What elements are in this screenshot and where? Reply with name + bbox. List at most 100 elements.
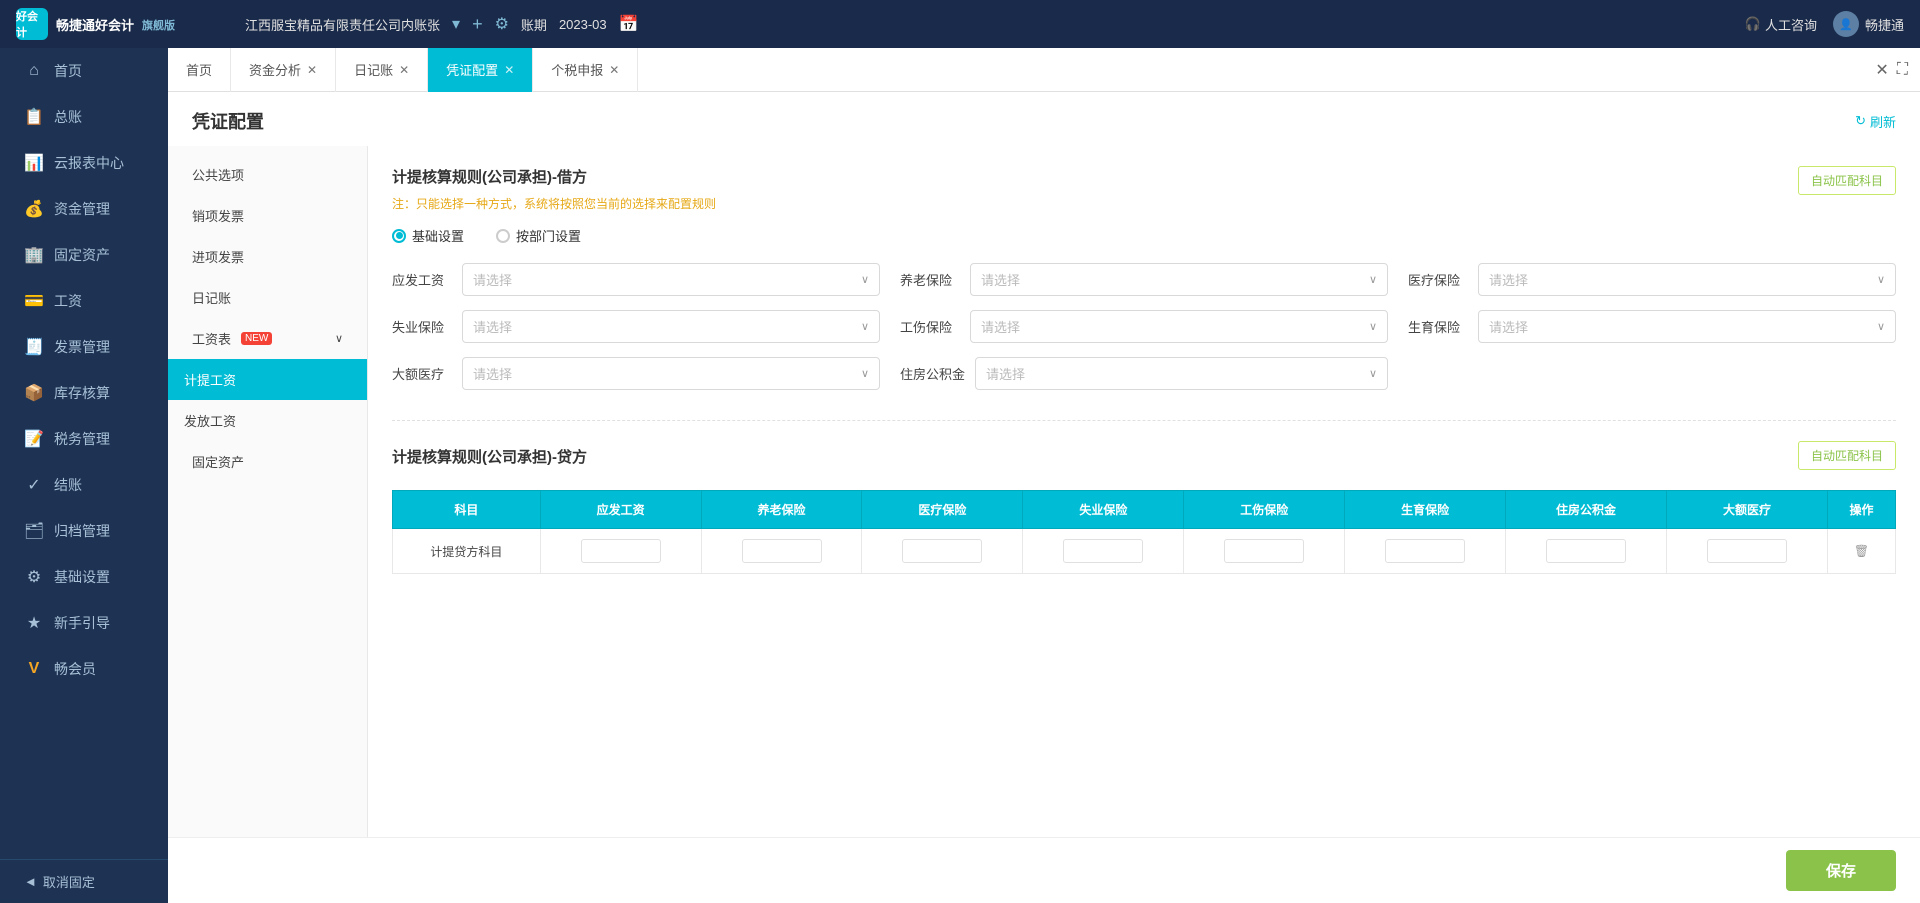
sidebar-item-vip[interactable]: V 畅会员 — [0, 646, 168, 692]
debit-section-note: 注：只能选择一种方式，系统将按照您当前的选择来配置规则 — [392, 195, 716, 212]
credit-shengyu-input[interactable] — [1385, 539, 1465, 563]
logo-text: 畅捷通好会计 — [56, 15, 134, 34]
sidebar-item-label: 新手引导 — [54, 613, 110, 633]
credit-yiliao-input[interactable] — [902, 539, 982, 563]
save-button[interactable]: 保存 — [1786, 850, 1896, 891]
credit-auto-match-button[interactable]: 自动匹配科目 — [1798, 441, 1896, 470]
credit-yanglao-input[interactable] — [742, 539, 822, 563]
refresh-button[interactable]: ↻ 刷新 — [1855, 112, 1896, 131]
tab-voucher-config[interactable]: 凭证配置 ✕ — [428, 48, 533, 92]
sidebar-item-inventory[interactable]: 📦 库存核算 — [0, 370, 168, 416]
delete-icon[interactable]: 🗑 — [1854, 544, 1869, 558]
td-zhufang-input[interactable] — [1506, 529, 1667, 574]
sidebar-item-guide[interactable]: ★ 新手引导 — [0, 600, 168, 646]
credit-yingfa-input[interactable] — [581, 539, 661, 563]
th-yanglao: 养老保险 — [701, 491, 862, 529]
shengyu-label: 生育保险 — [1408, 317, 1468, 336]
sidebar-item-invoice[interactable]: 🧾 发票管理 — [0, 324, 168, 370]
tab-voucher-close-icon[interactable]: ✕ — [504, 63, 514, 77]
zhufangjijin-label: 住房公积金 — [900, 364, 965, 383]
credit-zhufang-input[interactable] — [1546, 539, 1626, 563]
tab-journal[interactable]: 日记账 ✕ — [336, 48, 428, 92]
td-shengyu-input[interactable] — [1345, 529, 1506, 574]
tab-close-all-icon[interactable]: ✕ — [1875, 60, 1888, 80]
credit-daejiliao-input[interactable] — [1707, 539, 1787, 563]
tab-journal-label: 日记账 — [354, 60, 393, 79]
expand-icon: ∨ — [335, 332, 343, 345]
left-nav-purchase-label: 进项发票 — [192, 247, 244, 266]
zhufangjijin-select[interactable]: 请选择 ∨ — [975, 357, 1388, 390]
sidebar-item-label: 工资 — [54, 291, 82, 311]
daejiliao-arrow-icon: ∨ — [861, 367, 869, 380]
sidebar-item-label: 归档管理 — [54, 521, 110, 541]
sidebar-item-label: 库存核算 — [54, 383, 110, 403]
left-nav-purchase-invoice[interactable]: 进项发票 — [168, 236, 367, 277]
settings-icon[interactable]: ⚙ — [495, 14, 509, 34]
td-yiliao-input[interactable] — [862, 529, 1023, 574]
left-nav-public[interactable]: 公共选项 — [168, 154, 367, 195]
tab-fund-close-icon[interactable]: ✕ — [307, 63, 317, 77]
tab-tax-return[interactable]: 个税申报 ✕ — [533, 48, 638, 92]
tab-bar-actions: ✕ ⛶ — [1875, 60, 1920, 80]
gongshang-select[interactable]: 请选择 ∨ — [970, 310, 1388, 343]
tab-fund-analysis[interactable]: 资金分析 ✕ — [231, 48, 336, 92]
td-yingfa-input[interactable] — [540, 529, 701, 574]
credit-gongshang-input[interactable] — [1224, 539, 1304, 563]
sidebar-item-ledger[interactable]: 📋 总账 — [0, 94, 168, 140]
yiliao-select[interactable]: 请选择 ∨ — [1478, 263, 1896, 296]
td-yanglao-input[interactable] — [701, 529, 862, 574]
shengyu-select[interactable]: 请选择 ∨ — [1478, 310, 1896, 343]
credit-table: 科目 应发工资 养老保险 医疗保险 失业保险 工伤保险 生育保险 住房公积金 大… — [392, 490, 1896, 574]
yanglao-select[interactable]: 请选择 ∨ — [970, 263, 1388, 296]
tab-bar: 首页 资金分析 ✕ 日记账 ✕ 凭证配置 ✕ 个税申报 ✕ ✕ ⛶ — [168, 48, 1920, 92]
cancel-fixed-button[interactable]: ◄ 取消固定 — [0, 859, 168, 903]
td-daejiliao-input[interactable] — [1667, 529, 1828, 574]
sidebar-item-home[interactable]: ⌂ 首页 — [0, 48, 168, 94]
yingfa-select[interactable]: 请选择 ∨ — [462, 263, 880, 296]
radio-department-settings[interactable]: 按部门设置 — [496, 226, 581, 245]
sidebar-item-label: 云报表中心 — [54, 153, 124, 173]
tab-expand-icon[interactable]: ⛶ — [1897, 61, 1908, 79]
left-nav-sales-invoice[interactable]: 销项发票 — [168, 195, 367, 236]
sidebar-item-fixed-assets[interactable]: 🏢 固定资产 — [0, 232, 168, 278]
yanglao-arrow-icon: ∨ — [1369, 273, 1377, 286]
left-nav-accrue-salary[interactable]: 计提工资 — [168, 359, 367, 400]
credit-shiye-input[interactable] — [1063, 539, 1143, 563]
calendar-icon[interactable]: 📅 — [619, 14, 639, 34]
field-shiye: 失业保险 请选择 ∨ — [392, 310, 880, 343]
sidebar-item-close[interactable]: ✓ 结账 — [0, 462, 168, 508]
left-nav-fixed-assets[interactable]: 固定资产 — [168, 441, 367, 482]
radio-dept-label: 按部门设置 — [516, 226, 581, 245]
field-yanglao: 养老保险 请选择 ∨ — [900, 263, 1388, 296]
debit-auto-match-button[interactable]: 自动匹配科目 — [1798, 166, 1896, 195]
sidebar-item-settings[interactable]: ⚙ 基础设置 — [0, 554, 168, 600]
th-yiliao: 医疗保险 — [862, 491, 1023, 529]
shiye-select[interactable]: 请选择 ∨ — [462, 310, 880, 343]
daejiliao-select[interactable]: 请选择 ∨ — [462, 357, 880, 390]
td-shiye-input[interactable] — [1023, 529, 1184, 574]
sidebar-item-archive[interactable]: 🗂 归档管理 — [0, 508, 168, 554]
company-dropdown-icon[interactable]: ▾ — [452, 14, 460, 34]
tab-home[interactable]: 首页 — [168, 48, 231, 92]
td-gongshang-input[interactable] — [1184, 529, 1345, 574]
sidebar-item-tax[interactable]: 📝 税务管理 — [0, 416, 168, 462]
sidebar-item-salary[interactable]: 💳 工资 — [0, 278, 168, 324]
sidebar-item-reports[interactable]: 📊 云报表中心 — [0, 140, 168, 186]
field-daejiliao: 大额医疗 请选择 ∨ — [392, 357, 880, 390]
left-nav-journal[interactable]: 日记账 — [168, 277, 367, 318]
tab-journal-close-icon[interactable]: ✕ — [399, 63, 409, 77]
left-nav-pay-salary[interactable]: 发放工资 — [168, 400, 367, 441]
sidebar-item-fund[interactable]: 💰 资金管理 — [0, 186, 168, 232]
left-nav-panel: 公共选项 销项发票 进项发票 日记账 工资表 NEW ∨ 计提工资 — [168, 146, 368, 837]
tab-tax-close-icon[interactable]: ✕ — [609, 63, 619, 77]
left-nav-salary-table[interactable]: 工资表 NEW ∨ — [168, 318, 367, 359]
user-area[interactable]: 👤 畅捷通 — [1833, 11, 1904, 37]
add-icon[interactable]: + — [472, 14, 483, 35]
shiye-arrow-icon: ∨ — [861, 320, 869, 333]
shiye-label: 失业保险 — [392, 317, 452, 336]
support-button[interactable]: 🎧 人工咨询 — [1745, 15, 1817, 34]
top-right: 🎧 人工咨询 👤 畅捷通 — [1745, 11, 1904, 37]
radio-basic-settings[interactable]: 基础设置 — [392, 226, 464, 245]
zhufangjijin-placeholder: 请选择 — [986, 364, 1025, 383]
logo-icon: 好会计 — [16, 8, 48, 40]
